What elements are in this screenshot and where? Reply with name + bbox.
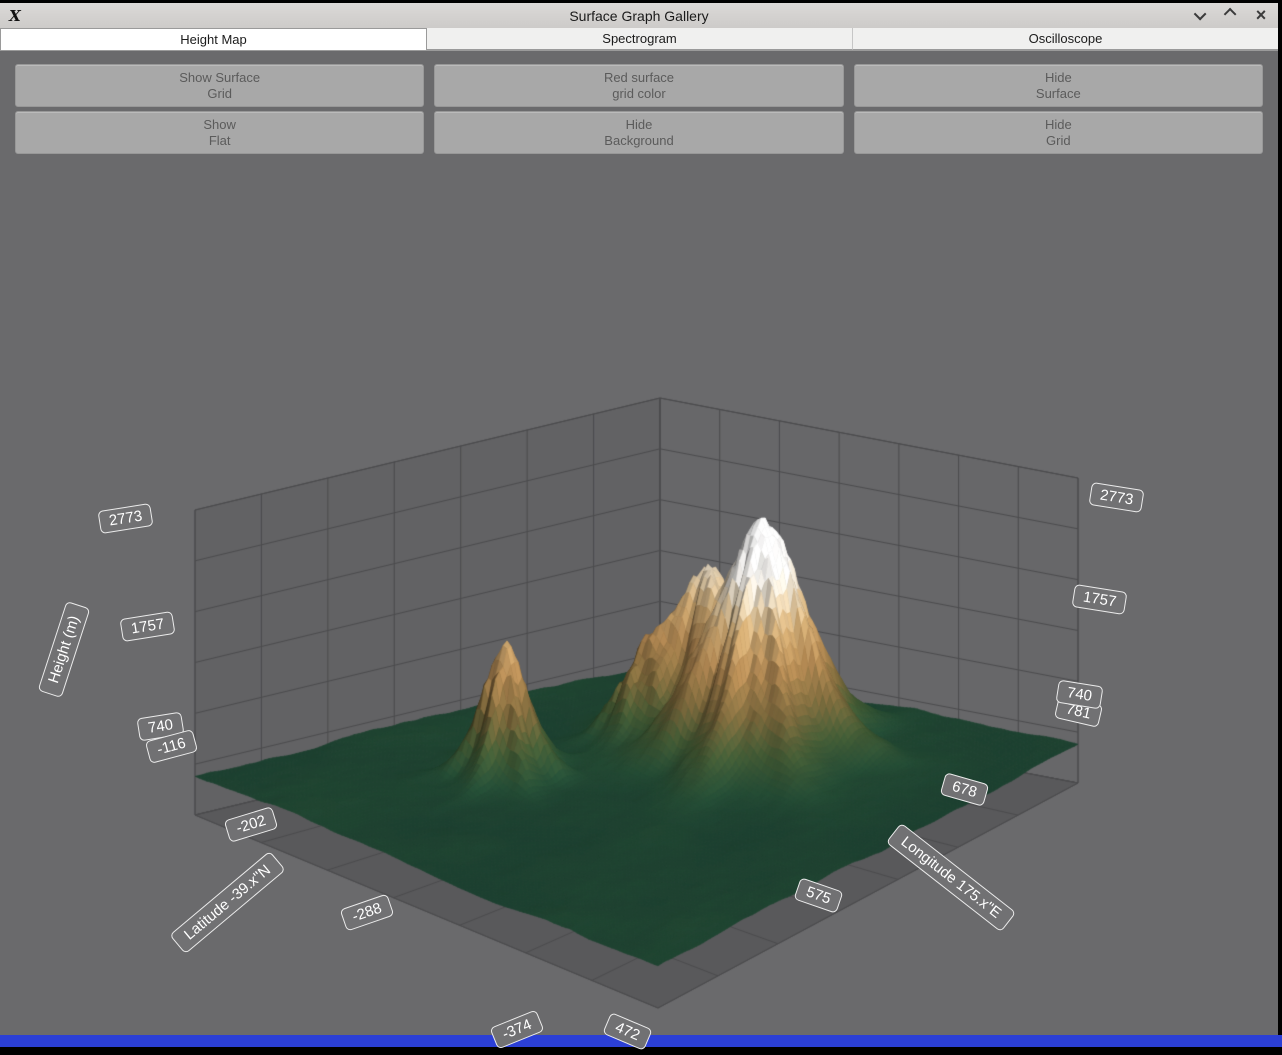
show-surface-grid-button[interactable]: Show Surface Grid xyxy=(15,64,424,107)
window-controls: × xyxy=(1194,3,1268,28)
button-label-line: grid color xyxy=(612,86,665,102)
tab-oscilloscope[interactable]: Oscilloscope xyxy=(853,28,1278,50)
button-label-line: Background xyxy=(604,133,673,149)
button-row-2: Show Flat Hide Background Hide Grid xyxy=(15,111,1263,154)
chevron-down-icon xyxy=(1193,8,1206,21)
button-label-line: Hide xyxy=(1045,70,1072,86)
button-label-line: Show xyxy=(203,117,236,133)
hide-background-button[interactable]: Hide Background xyxy=(434,111,843,154)
tab-bar: Height Map Spectrogram Oscilloscope xyxy=(0,28,1278,51)
tab-height-map[interactable]: Height Map xyxy=(0,28,427,50)
surface-plot-canvas[interactable] xyxy=(0,51,1278,1035)
button-label-line: Show Surface xyxy=(179,70,260,86)
maximize-button[interactable] xyxy=(1224,3,1238,28)
taskbar-edge xyxy=(0,1035,1282,1047)
button-label-line: Flat xyxy=(209,133,231,149)
button-label-line: Hide xyxy=(626,117,653,133)
tab-spectrogram[interactable]: Spectrogram xyxy=(427,28,853,50)
button-label-line: Red surface xyxy=(604,70,674,86)
hide-surface-button[interactable]: Hide Surface xyxy=(854,64,1263,107)
button-label-line: Grid xyxy=(207,86,232,102)
shade-button[interactable] xyxy=(1194,3,1208,28)
close-button[interactable]: × xyxy=(1254,3,1268,28)
titlebar[interactable]: X Surface Graph Gallery × xyxy=(0,3,1278,28)
chevron-up-icon xyxy=(1223,8,1236,21)
window-title: Surface Graph Gallery xyxy=(0,8,1278,24)
surface-grid-color-button[interactable]: Red surface grid color xyxy=(434,64,843,107)
control-buttons: Show Surface Grid Red surface grid color… xyxy=(15,64,1263,154)
button-label-line: Hide xyxy=(1045,117,1072,133)
desktop: { "window": { "title": "Surface Graph Ga… xyxy=(0,0,1282,1055)
show-flat-button[interactable]: Show Flat xyxy=(15,111,424,154)
button-label-line: Grid xyxy=(1046,133,1071,149)
surface-graph-view: 27731757740Height (m)-116-202-288-374Lat… xyxy=(0,51,1278,1035)
hide-grid-button[interactable]: Hide Grid xyxy=(854,111,1263,154)
button-label-line: Surface xyxy=(1036,86,1081,102)
button-row-1: Show Surface Grid Red surface grid color… xyxy=(15,64,1263,107)
